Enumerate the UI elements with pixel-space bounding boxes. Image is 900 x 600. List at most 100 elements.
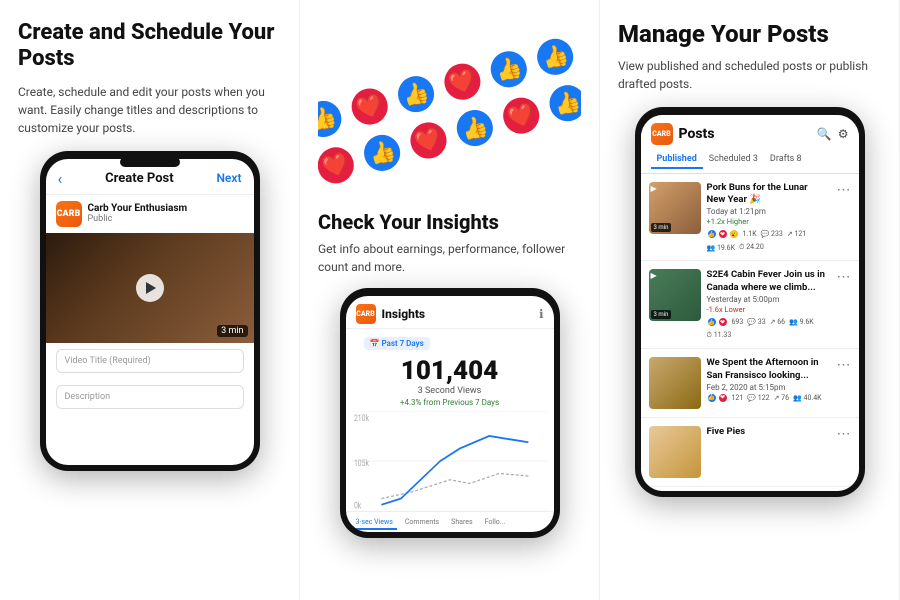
- post-title-3: We Spent the Afternoon in San Fransisco …: [707, 357, 829, 382]
- post-stat-shares-3: ↗ 76: [774, 394, 789, 402]
- heart-icon-3: ❤️: [318, 139, 362, 192]
- heart-dot: ❤: [718, 229, 728, 239]
- post-title-1: Pork Buns for the Lunar New Year 🎉: [707, 182, 829, 207]
- phone-3-screen: CARB Posts 🔍 ⚙ Published Scheduled 3 Dra…: [641, 115, 859, 491]
- tab-followers[interactable]: Follo...: [481, 516, 510, 530]
- col3-desc: View published and scheduled posts or pu…: [618, 57, 881, 93]
- post-duration-2: 3 min: [651, 310, 672, 319]
- post-growth-2: -1.6x Lower: [707, 305, 829, 314]
- reactions-3: 👍 ❤: [707, 393, 728, 403]
- post-more-1[interactable]: ⋯: [835, 182, 851, 198]
- heart-icon-5: ❤️: [495, 89, 548, 142]
- tab-comments[interactable]: Comments: [401, 516, 443, 530]
- posts-header: CARB Posts 🔍 ⚙ Published Scheduled 3 Dra…: [641, 115, 859, 174]
- thumbs-up-icon-5: 👍: [356, 126, 409, 179]
- post-stat-watch-1: ⏱ 24.20: [739, 243, 764, 252]
- post-thumb-1: ▶ 3 min: [649, 182, 701, 234]
- reactions-2: 👍 ❤: [707, 317, 728, 327]
- video-title-input[interactable]: Video Title (Required): [56, 349, 244, 373]
- phone-1: ‹ Create Post Next CARB Carb Your Enthus…: [40, 151, 260, 471]
- svg-text:210k: 210k: [353, 413, 368, 423]
- filter-icon[interactable]: ⚙: [838, 127, 849, 141]
- heart-dot-2: ❤: [718, 317, 728, 327]
- post-stat-comments-3: 💬 122: [747, 394, 769, 402]
- svg-text:0k: 0k: [353, 501, 360, 511]
- phone-2: CARB Insights ℹ 📅 Past 7 Days 101,404 3 …: [340, 288, 560, 538]
- post-more-2[interactable]: ⋯: [835, 269, 851, 285]
- post-title-2: S2E4 Cabin Fever Join us in Canada where…: [707, 269, 829, 294]
- col2-title: Check Your Insights: [318, 210, 581, 234]
- posts-action-icons: 🔍 ⚙: [817, 127, 849, 141]
- post-item-1: ▶ 3 min Pork Buns for the Lunar New Year…: [641, 174, 859, 262]
- reactions-background: 👍 ❤️ 👍 ❤️ 👍 👍 ❤️ 👍 ❤️ 👍 ❤️ 👍: [318, 20, 581, 200]
- thumbs-up-icon-4: 👍: [529, 30, 581, 83]
- like-dot-2: 👍: [707, 317, 717, 327]
- thumbs-up-icon-3: 👍: [482, 43, 535, 96]
- insights-number: 101,404: [346, 356, 554, 384]
- col-insights: 👍 ❤️ 👍 ❤️ 👍 👍 ❤️ 👍 ❤️ 👍 ❤️ 👍 Check Your …: [300, 0, 600, 600]
- avatar: CARB: [56, 201, 82, 227]
- phone-1-screen: ‹ Create Post Next CARB Carb Your Enthus…: [46, 159, 254, 465]
- create-post-title: Create Post: [105, 171, 174, 186]
- post-duration-1: 3 min: [651, 223, 672, 232]
- post-info-2: S2E4 Cabin Fever Join us in Canada where…: [707, 269, 829, 340]
- audience: Public: [88, 214, 188, 224]
- thumbs-up-icon-6: 👍: [448, 102, 501, 155]
- post-stat-views-3: 👥 40.4K: [793, 394, 822, 402]
- thumbs-up-icon-7: 👍: [541, 77, 581, 130]
- tab-published[interactable]: Published: [651, 151, 703, 169]
- post-image-4: [649, 426, 701, 478]
- username: Carb Your Enthusiasm: [88, 203, 188, 214]
- post-title-4: Five Pies: [707, 426, 829, 438]
- post-thumb-2: ▶ 3 min: [649, 269, 701, 321]
- posts-avatar: CARB: [651, 123, 673, 145]
- video-duration: 3 min: [217, 325, 247, 337]
- tab-shares[interactable]: Shares: [447, 516, 476, 530]
- chart-tabs: 3-sec Views Comments Shares Follo...: [346, 511, 554, 532]
- post-stat-views-1: 👥 19.6K: [707, 244, 736, 252]
- insights-chart: 210k 105k 0k Past 7 Days Previous 7 Days: [346, 411, 554, 511]
- post-stat-likes-3: 121: [732, 394, 744, 402]
- search-icon[interactable]: 🔍: [817, 127, 832, 141]
- insights-header: CARB Insights ℹ: [346, 296, 554, 329]
- next-button[interactable]: Next: [216, 171, 241, 185]
- post-item-3: We Spent the Afternoon in San Fransisco …: [641, 349, 859, 418]
- tab-drafts[interactable]: Drafts 8: [764, 151, 808, 169]
- col-create-schedule: Create and Schedule Your Posts Create, s…: [0, 0, 300, 600]
- insights-avatar: CARB: [356, 304, 376, 324]
- video-icon-2: ▶: [651, 271, 657, 280]
- like-dot-3: 👍: [707, 393, 717, 403]
- thumbs-up-icon: 👍: [318, 93, 350, 146]
- phone-3: CARB Posts 🔍 ⚙ Published Scheduled 3 Dra…: [635, 107, 865, 497]
- post-growth-1: +1.2x Higher: [707, 217, 829, 226]
- post-item-4: Five Pies ⋯: [641, 418, 859, 487]
- col1-title: Create and Schedule Your Posts: [18, 20, 281, 73]
- post-stats-2: 👍 ❤ 693 💬 33 ↗ 66 👥 9.6K ⏱ 11.33: [707, 317, 829, 340]
- insights-info-icon[interactable]: ℹ: [539, 307, 544, 321]
- col2-desc: Get info about earnings, performance, fo…: [318, 240, 581, 276]
- heart-icon-4: ❤️: [402, 114, 455, 167]
- video-icon-1: ▶: [651, 184, 657, 193]
- date-badge[interactable]: 📅 Past 7 Days: [364, 337, 430, 350]
- post-info-4: Five Pies: [707, 426, 829, 439]
- play-button[interactable]: [136, 274, 164, 302]
- thumbs-up-icon-2: 👍: [390, 68, 443, 121]
- heart-icon-2: ❤️: [436, 55, 489, 108]
- back-icon[interactable]: ‹: [58, 169, 63, 188]
- post-stat-comments-1: 💬 233: [761, 230, 783, 238]
- post-item-2: ▶ 3 min S2E4 Cabin Fever Join us in Cana…: [641, 261, 859, 349]
- play-icon: [146, 282, 156, 294]
- description-input[interactable]: Description: [56, 385, 244, 409]
- post-stat-shares-2: ↗ 66: [770, 318, 785, 326]
- posts-tabs: Published Scheduled 3 Drafts 8: [651, 151, 849, 169]
- post-info-3: We Spent the Afternoon in San Fransisco …: [707, 357, 829, 403]
- post-more-4[interactable]: ⋯: [835, 426, 851, 442]
- col3-title: Manage Your Posts: [618, 20, 881, 49]
- post-more-3[interactable]: ⋯: [835, 357, 851, 373]
- post-date-3: Feb 2, 2020 at 5:15pm: [707, 383, 829, 392]
- reactions-1: 👍 ❤ 😮: [707, 229, 739, 239]
- posts-header-row: CARB Posts 🔍 ⚙: [651, 123, 849, 145]
- tab-3sec-views[interactable]: 3-sec Views: [352, 516, 397, 530]
- tab-scheduled[interactable]: Scheduled 3: [703, 151, 764, 169]
- insights-label: 3 Second Views: [346, 386, 554, 396]
